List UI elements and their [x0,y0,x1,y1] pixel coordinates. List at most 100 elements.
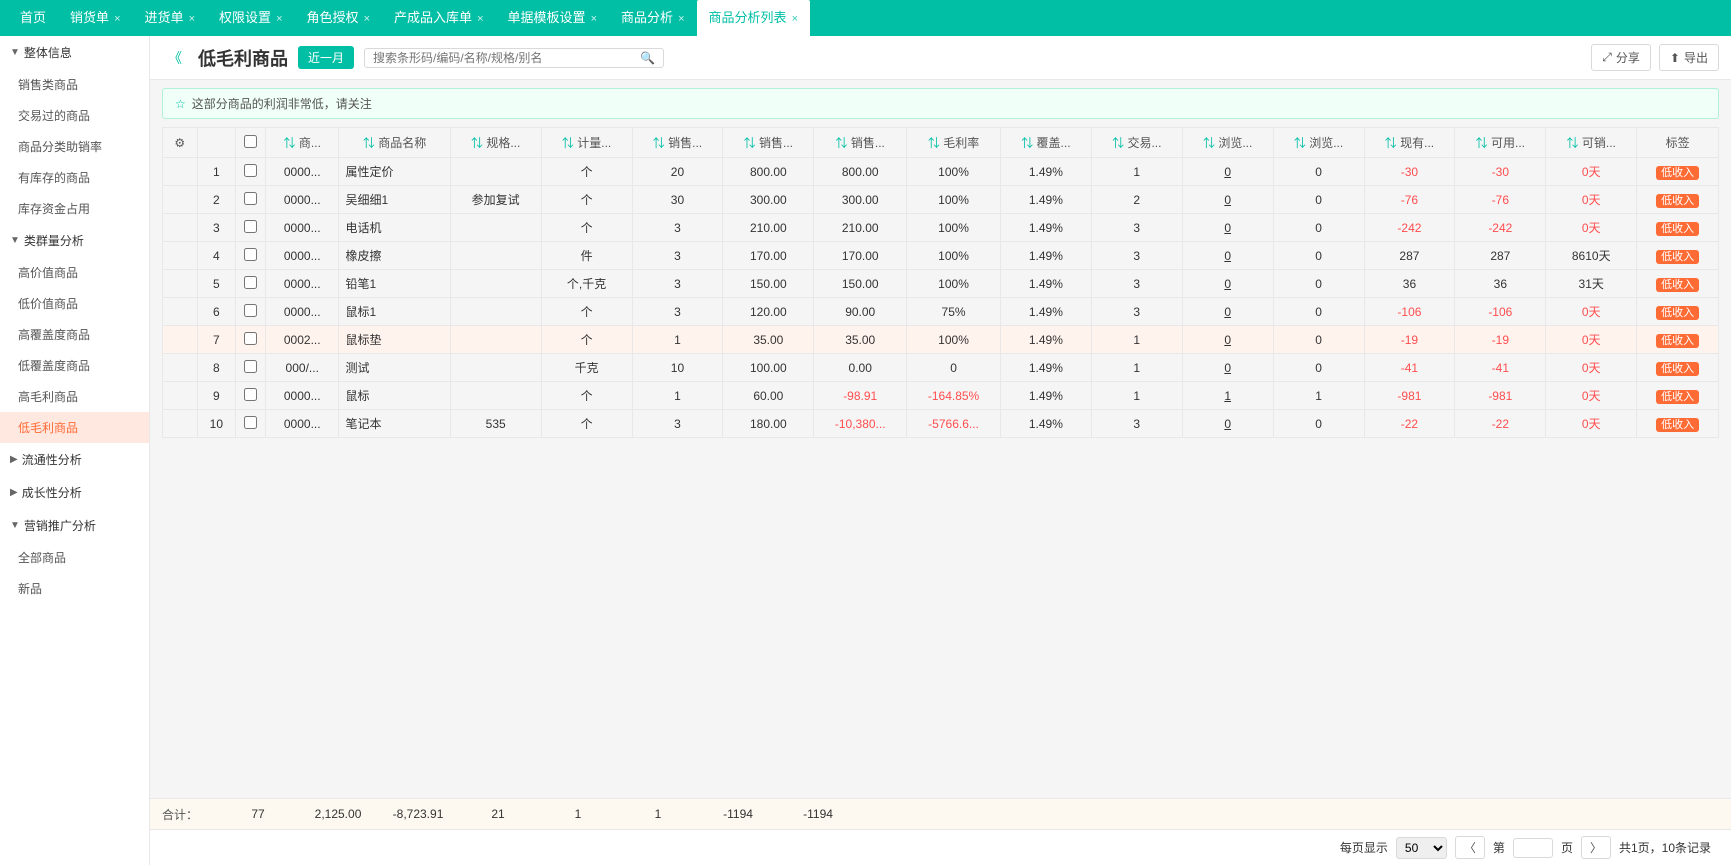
current-column-header[interactable]: ⇅ 现有... [1364,128,1455,158]
available-column-header[interactable]: ⇅ 可用... [1455,128,1546,158]
sidebar-item-in-stock[interactable]: 有库存的商品 [0,162,149,193]
sidebar-group-overall[interactable]: ▼ 整体信息 [0,36,149,69]
search-input[interactable] [373,51,636,65]
row-checkbox[interactable] [244,304,257,317]
row-view2: 0 [1273,298,1364,326]
row-checkbox[interactable] [244,388,257,401]
row-view1[interactable]: 0 [1182,214,1273,242]
sidebar-item-high-coverage[interactable]: 高覆盖度商品 [0,319,149,350]
sidebar-item-all-products[interactable]: 全部商品 [0,542,149,573]
name-column-header[interactable]: ⇅ 商品名称 [339,128,450,158]
view2-column-header[interactable]: ⇅ 浏览... [1273,128,1364,158]
sidebar-item-high-margin[interactable]: 高毛利商品 [0,381,149,412]
nav-purchase-order[interactable]: 进货单 × [133,0,208,36]
next-page-button[interactable]: 〉 [1581,836,1611,859]
row-num: 8 [197,354,235,382]
row-view1[interactable]: 1 [1182,382,1273,410]
sidebar-item-low-coverage[interactable]: 低覆盖度商品 [0,350,149,381]
row-available: -106 [1455,298,1546,326]
nav-close-icon[interactable]: × [111,13,120,25]
row-checkbox-cell[interactable] [236,298,266,326]
row-checkbox[interactable] [244,248,257,261]
sidebar-item-low-value[interactable]: 低价值商品 [0,288,149,319]
nav-finished-goods[interactable]: 产成品入库单 × [382,0,496,36]
row-view1[interactable]: 0 [1182,298,1273,326]
page-size-select[interactable]: 50 10 20 100 [1396,837,1447,859]
row-view1[interactable]: 0 [1182,326,1273,354]
sidebar-group-cluster[interactable]: ▼ 类群量分析 [0,224,149,257]
row-view1[interactable]: 0 [1182,354,1273,382]
sidebar-item-sales-products[interactable]: 销售类商品 [0,69,149,100]
nav-close-icon[interactable]: × [588,13,597,25]
nav-close-icon[interactable]: × [186,13,195,25]
row-view1[interactable]: 0 [1182,410,1273,438]
nav-product-analysis[interactable]: 商品分析 × [609,0,697,36]
row-saleable: 0天 [1546,326,1637,354]
nav-template-setting[interactable]: 单据模板设置 × [496,0,610,36]
view1-column-header[interactable]: ⇅ 浏览... [1182,128,1273,158]
nav-close-icon[interactable]: × [474,13,483,25]
nav-product-analysis-list[interactable]: 商品分析列表 × [697,0,811,36]
code-column-header[interactable]: ⇅ 商... [266,128,339,158]
nav-role-auth[interactable]: 角色授权 × [295,0,383,36]
coverage-column-header[interactable]: ⇅ 覆盖... [1000,128,1091,158]
row-checkbox[interactable] [244,164,257,177]
share-button[interactable]: ⤢ 分享 [1591,44,1651,71]
row-checkbox-cell[interactable] [236,186,266,214]
sales-qty-column-header[interactable]: ⇅ 销售... [632,128,723,158]
row-checkbox[interactable] [244,276,257,289]
row-checkbox[interactable] [244,332,257,345]
row-checkbox-cell[interactable] [236,410,266,438]
date-filter-button[interactable]: 近一月 [298,46,354,69]
prev-page-button[interactable]: 〈 [1455,836,1485,859]
sidebar-item-high-value[interactable]: 高价值商品 [0,257,149,288]
row-trade: 1 [1091,382,1182,410]
row-checkbox-cell[interactable] [236,214,266,242]
trade-column-header[interactable]: ⇅ 交易... [1091,128,1182,158]
row-checkbox[interactable] [244,360,257,373]
settings-column-header[interactable]: ⚙ [163,128,198,158]
checkbox-column-header[interactable] [236,128,266,158]
row-checkbox[interactable] [244,416,257,429]
sidebar-item-inventory-capital[interactable]: 库存资金占用 [0,193,149,224]
sidebar-item-new-products[interactable]: 新品 [0,573,149,604]
page-number-input[interactable]: 1 [1513,838,1553,858]
nav-home[interactable]: 首页 [8,0,58,36]
sidebar-collapse-button[interactable]: 《 [162,46,188,70]
saleable-column-header[interactable]: ⇅ 可销... [1546,128,1637,158]
row-view1[interactable]: 0 [1182,242,1273,270]
nav-permission[interactable]: 权限设置 × [207,0,295,36]
sidebar-item-low-margin[interactable]: 低毛利商品 [0,412,149,443]
sidebar-group-liquidity[interactable]: ▶ 流通性分析 [0,443,149,476]
sidebar-item-category-rate[interactable]: 商品分类助销率 [0,131,149,162]
search-icon[interactable]: 🔍 [640,51,655,65]
row-view1[interactable]: 0 [1182,270,1273,298]
spec-column-header[interactable]: ⇅ 规格... [450,128,541,158]
unit-column-header[interactable]: ⇅ 计量... [541,128,632,158]
nav-close-active-icon[interactable]: × [789,13,798,25]
nav-close-icon[interactable]: × [675,13,684,25]
sidebar-item-traded-products[interactable]: 交易过的商品 [0,100,149,131]
tag-column-header[interactable]: 标签 [1637,128,1719,158]
sales-profit-column-header[interactable]: ⇅ 销售... [814,128,907,158]
sidebar-group-growth[interactable]: ▶ 成长性分析 [0,476,149,509]
row-checkbox-cell[interactable] [236,354,266,382]
sidebar-group-marketing[interactable]: ▼ 营销推广分析 [0,509,149,542]
row-checkbox-cell[interactable] [236,326,266,354]
row-checkbox-cell[interactable] [236,270,266,298]
nav-sales-order[interactable]: 销货单 × [58,0,133,36]
export-button[interactable]: ⬆ 导出 [1659,44,1719,71]
nav-close-icon[interactable]: × [273,13,282,25]
row-num: 10 [197,410,235,438]
row-view1[interactable]: 0 [1182,186,1273,214]
row-checkbox-cell[interactable] [236,242,266,270]
row-checkbox[interactable] [244,220,257,233]
select-all-checkbox[interactable] [244,135,257,148]
gross-margin-column-header[interactable]: ⇅ 毛利率 [907,128,1001,158]
row-checkbox-cell[interactable] [236,382,266,410]
row-checkbox-cell[interactable] [236,158,266,186]
row-checkbox[interactable] [244,192,257,205]
row-view1[interactable]: 0 [1182,158,1273,186]
sales-amount-column-header[interactable]: ⇅ 销售... [723,128,814,158]
nav-close-icon[interactable]: × [361,13,370,25]
